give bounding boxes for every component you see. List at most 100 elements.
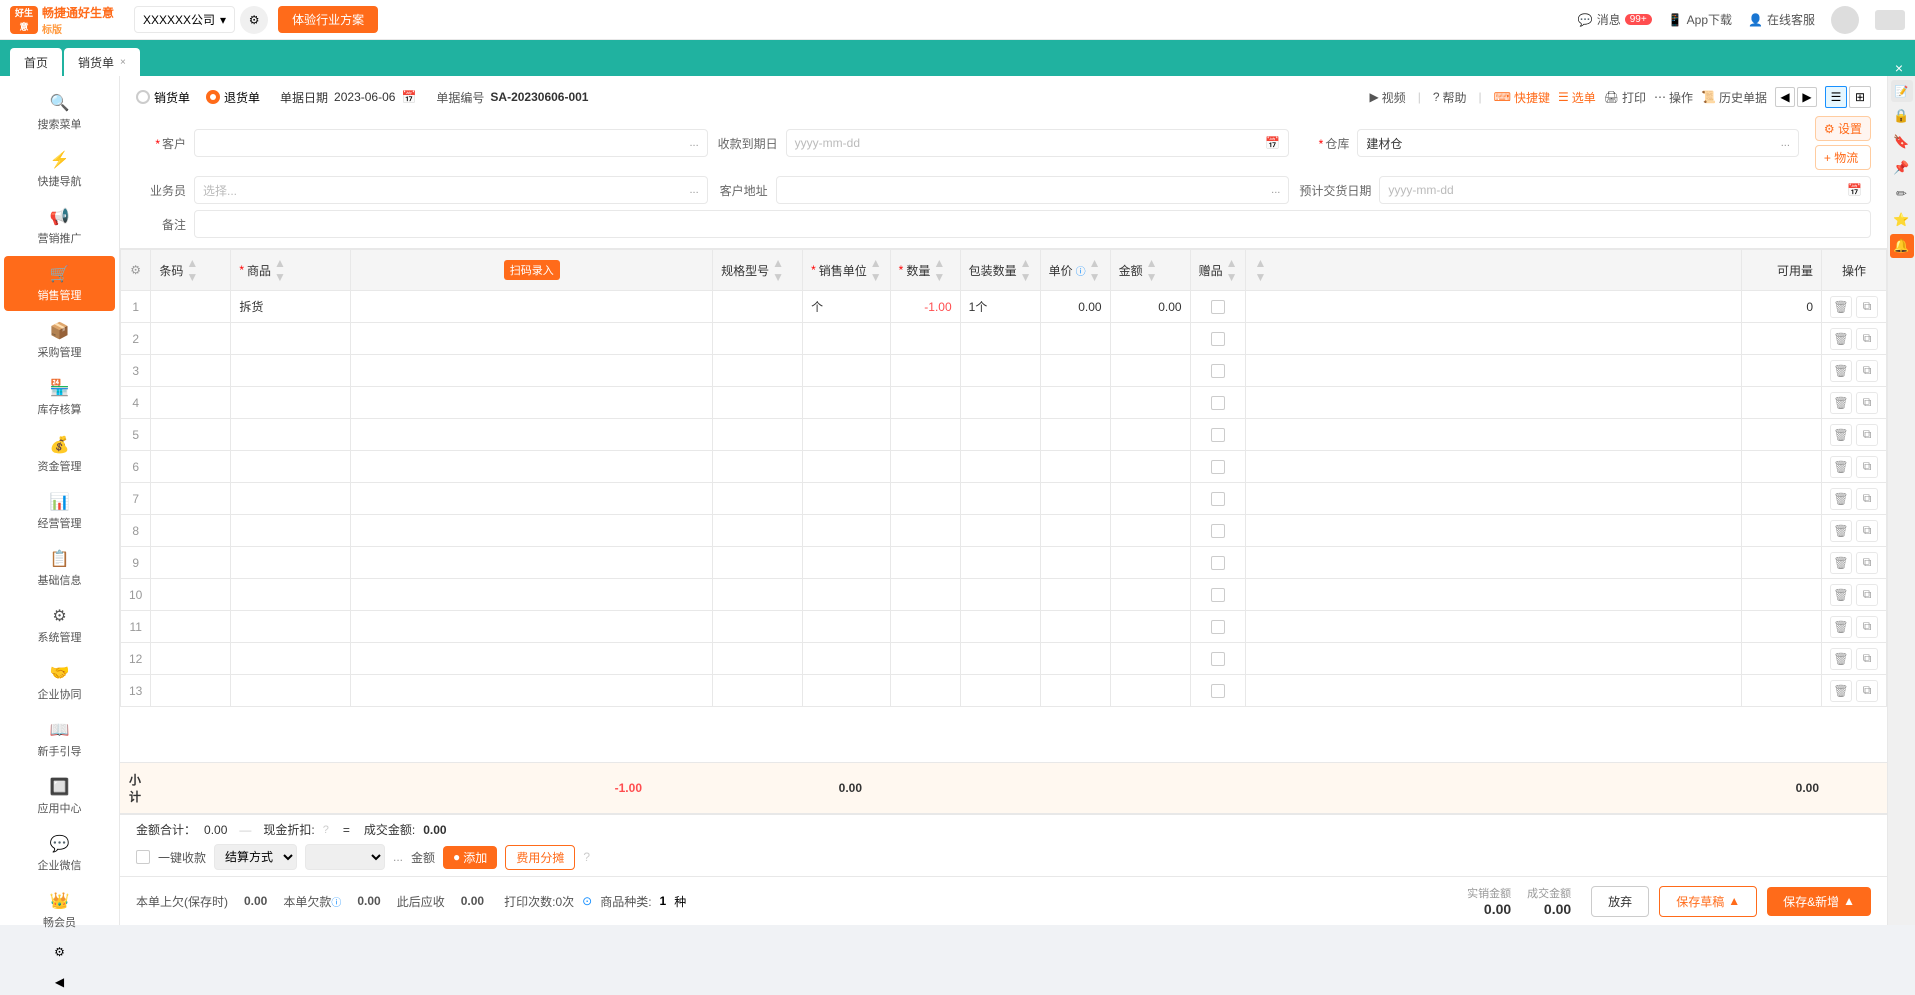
cell-note-9[interactable] [1246,579,1742,611]
cell-price-5[interactable] [1040,451,1110,483]
tab-home[interactable]: 首页 [10,48,62,76]
cell-unit-9[interactable] [803,579,891,611]
sidebar-item-guide[interactable]: 📖 新手引导 [4,712,115,767]
cell-gift-9[interactable] [1190,579,1246,611]
cell-qty-6[interactable] [890,483,960,515]
cell-gift-11[interactable] [1190,643,1246,675]
cell-note-5[interactable] [1246,451,1742,483]
cell-note-4[interactable] [1246,419,1742,451]
delete-button-2[interactable]: 🗑 [1830,360,1852,382]
help-button[interactable]: ? 帮助 [1433,89,1467,106]
tab-sales-order[interactable]: 销货单 × [64,48,140,76]
cell-qty-2[interactable] [890,355,960,387]
cell-amount-9[interactable] [1110,579,1190,611]
cell-pkgqty-8[interactable] [960,547,1040,579]
cell-unit-8[interactable] [803,547,891,579]
cell-unit-4[interactable] [803,419,891,451]
cell-barcode-4[interactable] [151,419,231,451]
cell-note-6[interactable] [1246,483,1742,515]
scan-button[interactable]: 扫码录入 [504,260,560,280]
cell-qty-5[interactable] [890,451,960,483]
cell-note-1[interactable] [1246,323,1742,355]
cell-qty-11[interactable] [890,643,960,675]
cell-price-7[interactable] [1040,515,1110,547]
gift-checkbox-9[interactable] [1211,588,1225,602]
cell-amount-1[interactable] [1110,323,1190,355]
cell-pkgqty-10[interactable] [960,611,1040,643]
cell-qty-4[interactable] [890,419,960,451]
gift-checkbox-2[interactable] [1211,364,1225,378]
cell-pkgqty-9[interactable] [960,579,1040,611]
cell-barcode-3[interactable] [151,387,231,419]
gift-checkbox-11[interactable] [1211,652,1225,666]
cell-product-6[interactable] [231,483,351,515]
right-panel-btn-6[interactable]: ⭐ [1890,208,1914,232]
right-panel-btn-2[interactable]: 🔒 [1890,104,1914,128]
delete-button-9[interactable]: 🗑 [1830,584,1852,606]
cell-gift-8[interactable] [1190,547,1246,579]
settings-button[interactable]: ⚙ 设置 [1815,116,1871,141]
cell-unit-11[interactable] [803,643,891,675]
save-new-button[interactable]: 保存&新增 ▲ [1767,887,1871,916]
cell-barcode-10[interactable] [151,611,231,643]
copy-button-4[interactable]: ⧉ [1856,424,1878,446]
delete-button-7[interactable]: 🗑 [1830,520,1852,542]
next-button[interactable]: ▶ [1797,87,1817,107]
company-selector[interactable]: XXXXXX公司 ▾ ⚙ [134,6,268,34]
sidebar-item-marketing[interactable]: 📢 营销推广 [4,199,115,254]
grid-view-button[interactable]: ⊞ [1849,86,1871,108]
one-click-pay-checkbox[interactable] [136,850,150,864]
gift-checkbox-10[interactable] [1211,620,1225,634]
cell-pkgqty-11[interactable] [960,643,1040,675]
sidebar-item-sales[interactable]: 🛒 销售管理 [4,256,115,311]
sidebar-item-system[interactable]: ⚙ 系统管理 [4,598,115,653]
copy-button-10[interactable]: ⧉ [1856,616,1878,638]
cell-pkgqty-3[interactable] [960,387,1040,419]
date-calendar-icon[interactable]: 📅 [401,90,416,104]
cell-barcode-11[interactable] [151,643,231,675]
delete-button-4[interactable]: 🗑 [1830,424,1852,446]
cell-note-0[interactable] [1246,291,1742,323]
settlement-method-select[interactable]: 结算方式 [214,844,297,870]
cell-spec-5[interactable] [713,451,803,483]
cell-pkgqty-4[interactable] [960,419,1040,451]
cell-amount-11[interactable] [1110,643,1190,675]
cell-product-10[interactable] [231,611,351,643]
app-download-button[interactable]: 📱 App下载 [1668,11,1732,28]
col-settings-icon[interactable]: ⚙ [130,263,141,277]
expected-date-calendar-icon[interactable]: 📅 [1847,183,1862,197]
sidebar-item-quicknav[interactable]: ⚡ 快捷导航 [4,142,115,197]
select-button[interactable]: ☰ 选单 [1558,89,1596,106]
delete-button-11[interactable]: 🗑 [1830,648,1852,670]
cell-amount-4[interactable] [1110,419,1190,451]
cell-pkgqty-2[interactable] [960,355,1040,387]
cell-pkgqty-5[interactable] [960,451,1040,483]
cell-gift-4[interactable] [1190,419,1246,451]
debt-info-icon[interactable]: ⓘ [331,898,341,909]
copy-button-11[interactable]: ⧉ [1856,648,1878,670]
cell-product-0[interactable]: 拆货 [231,291,351,323]
cell-product-2[interactable] [231,355,351,387]
logistics-button[interactable]: + 物流 [1815,145,1871,170]
copy-button-1[interactable]: ⧉ [1856,328,1878,350]
remarks-input[interactable] [194,210,1871,238]
cell-unit-0[interactable]: 个 [803,291,891,323]
cell-unit-5[interactable] [803,451,891,483]
delete-button-8[interactable]: 🗑 [1830,552,1852,574]
sidebar-collapse-button[interactable]: ◀ [0,969,119,995]
ops-button[interactable]: ⋯ 操作 [1654,89,1693,106]
cell-barcode-1[interactable] [151,323,231,355]
copy-button-8[interactable]: ⧉ [1856,552,1878,574]
cell-product-3[interactable] [231,387,351,419]
cell-barcode-5[interactable] [151,451,231,483]
delete-button-1[interactable]: 🗑 [1830,328,1852,350]
cell-spec-0[interactable] [713,291,803,323]
list-view-button[interactable]: ☰ [1825,86,1847,108]
right-panel-btn-3[interactable]: 🔖 [1890,130,1914,154]
gift-checkbox-5[interactable] [1211,460,1225,474]
salesman-suffix[interactable]: ... [689,184,698,196]
sidebar-item-search[interactable]: 🔍 搜索菜单 [4,85,115,140]
cell-gift-1[interactable] [1190,323,1246,355]
cell-barcode-9[interactable] [151,579,231,611]
delete-button-5[interactable]: 🗑 [1830,456,1852,478]
